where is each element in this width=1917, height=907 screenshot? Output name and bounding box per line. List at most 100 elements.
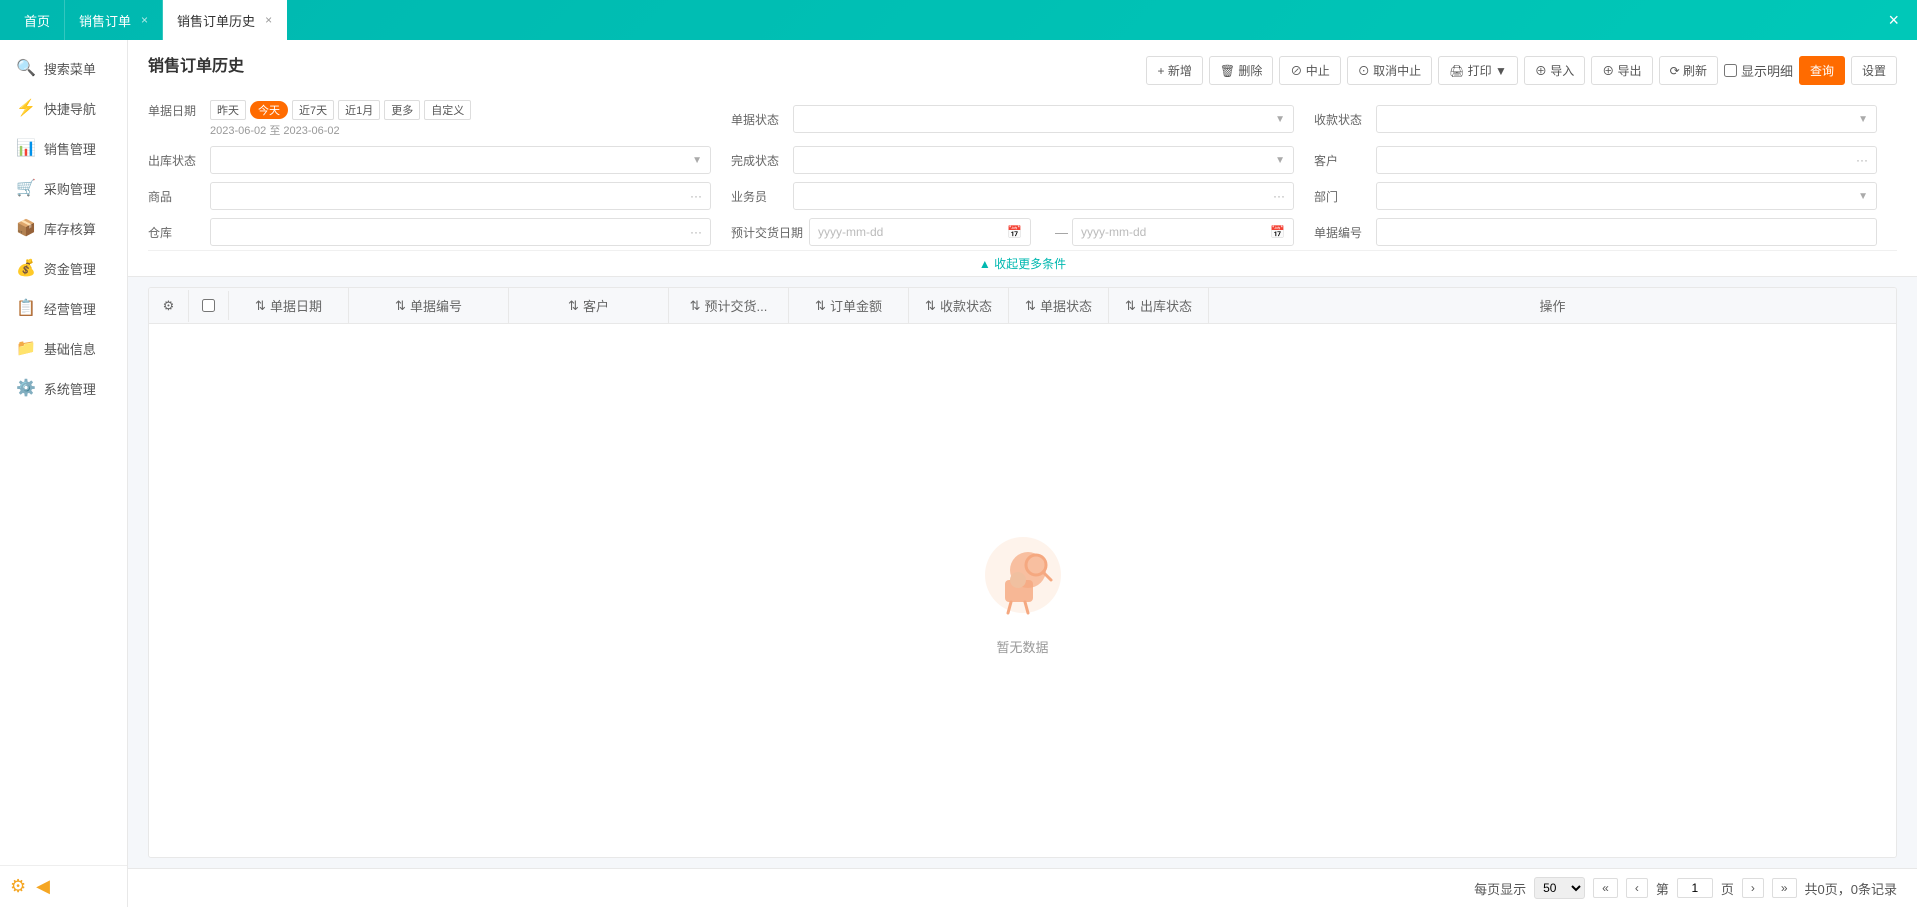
filter-row-4: 仓库 ··· 预计交货日期 yyyy-mm-dd 📅 (148, 218, 1897, 246)
content-area: 销售订单历史 + 新增 🗑 删除 ⊘ 中止 ⊙ 取消中止 🖨 打印 ▼ ⊕ 导入… (128, 40, 1917, 907)
export-button[interactable]: ⊕ 导出 (1591, 56, 1652, 85)
product-dots: ··· (690, 189, 702, 203)
tab-sales-order-history-close[interactable]: × (265, 13, 272, 27)
settings-button[interactable]: 设置 (1851, 56, 1897, 85)
sidebar-item-inventory[interactable]: 📦 库存核算 (0, 208, 127, 248)
pay-status-chevron: ▼ (1858, 114, 1868, 125)
total-text: 共0页，0条记录 (1805, 879, 1897, 898)
delete-button[interactable]: 🗑 删除 (1209, 56, 1274, 85)
warehouse-select[interactable]: ··· (210, 218, 711, 246)
complete-status-chevron: ▼ (1275, 155, 1285, 166)
sidebar-item-finance-label: 资金管理 (44, 259, 96, 278)
filter-cell-complete-status: 完成状态 ▼ (731, 146, 1314, 174)
display-cols-check-input[interactable] (1724, 64, 1737, 77)
th-amount[interactable]: ⇅ 订单金额 (789, 288, 909, 323)
window-close-button[interactable]: × (1880, 10, 1907, 31)
th-settings[interactable]: ⚙ (149, 290, 189, 322)
order-status-label: 单据状态 (731, 111, 787, 128)
th-checkbox[interactable] (189, 291, 229, 320)
th-delivery-date[interactable]: ⇅ 预计交货... (669, 288, 789, 323)
order-status-chevron: ▼ (1275, 114, 1285, 125)
customer-select[interactable]: ··· (1376, 146, 1877, 174)
date-yesterday-btn[interactable]: 昨天 (210, 100, 246, 120)
delivery-status-chevron: ▼ (692, 155, 702, 166)
sidebar-item-basic-info[interactable]: 📁 基础信息 (0, 328, 127, 368)
delivery-date-to[interactable]: yyyy-mm-dd 📅 (1072, 218, 1294, 246)
th-date[interactable]: ⇅ 单据日期 (229, 288, 349, 323)
sidebar-item-business[interactable]: 📋 经营管理 (0, 288, 127, 328)
sidebar-item-system[interactable]: ⚙️ 系统管理 (0, 368, 127, 408)
th-delivery-status[interactable]: ⇅ 出库状态 (1109, 288, 1209, 323)
import-button[interactable]: ⊕ 导入 (1524, 56, 1585, 85)
new-button[interactable]: + 新增 (1146, 56, 1202, 85)
delivery-date-to-placeholder: yyyy-mm-dd (1081, 225, 1270, 239)
tab-home[interactable]: 首页 (10, 0, 65, 40)
department-chevron: ▼ (1858, 191, 1868, 202)
stop-button[interactable]: ⊘ 中止 (1279, 56, 1340, 85)
sidebar-item-quick-nav-label: 快捷导航 (44, 99, 96, 118)
product-select[interactable]: ··· (210, 182, 711, 210)
next-page-button[interactable]: › (1742, 878, 1764, 898)
th-order-status[interactable]: ⇅ 单据状态 (1009, 288, 1109, 323)
last-page-button[interactable]: » (1772, 878, 1797, 898)
tab-sales-order[interactable]: 销售订单 × (65, 0, 163, 40)
salesperson-select[interactable]: ··· (793, 182, 1294, 210)
th-order-no[interactable]: ⇅ 单据编号 (349, 288, 509, 323)
print-button[interactable]: 🖨 打印 ▼ (1438, 56, 1518, 85)
collapse-filter-bar[interactable]: ▲ 收起更多条件 (148, 250, 1897, 276)
current-page-input[interactable] (1677, 878, 1713, 898)
filter-cell-customer: 客户 ··· (1314, 146, 1897, 174)
sidebar-item-purchase-label: 采购管理 (44, 179, 96, 198)
sidebar-item-search-label: 搜索菜单 (44, 59, 96, 78)
collapse-sidebar-icon[interactable]: ◀ (36, 876, 50, 897)
filter-cell-order-no: 单据编号 (1314, 218, 1897, 246)
prev-page-button[interactable]: ‹ (1626, 878, 1648, 898)
tab-sales-order-close[interactable]: × (141, 13, 148, 27)
date-1month-btn[interactable]: 近1月 (338, 100, 380, 120)
th-date-label: 单据日期 (270, 296, 322, 315)
order-no-input[interactable] (1376, 218, 1877, 246)
filter-area: 单据日期 昨天 今天 近7天 近1月 更多 自定义 2023-06-02 至 2… (128, 96, 1917, 276)
date-today-btn[interactable]: 今天 (250, 101, 288, 119)
query-button[interactable]: 查询 (1799, 56, 1845, 85)
th-delivery-status-label: 出库状态 (1140, 296, 1192, 315)
th-delivery-sort-icon: ⇅ (690, 298, 701, 314)
sales-icon: 📊 (16, 138, 36, 158)
select-all-checkbox[interactable] (202, 299, 215, 312)
settings-bottom-icon[interactable]: ⚙ (10, 876, 26, 897)
sidebar-item-sales[interactable]: 📊 销售管理 (0, 128, 127, 168)
filter-cell-pay-status: 收款状态 ▼ (1314, 100, 1897, 138)
display-cols-checkbox[interactable]: 显示明细 (1724, 61, 1793, 80)
complete-status-select[interactable]: ▼ (793, 146, 1294, 174)
tab-sales-order-history[interactable]: 销售订单历史 × (163, 0, 287, 40)
th-order-no-label: 单据编号 (410, 296, 462, 315)
refresh-button[interactable]: ⟳ 刷新 (1659, 56, 1718, 85)
sidebar-item-purchase[interactable]: 🛒 采购管理 (0, 168, 127, 208)
date-more-btn[interactable]: 更多 (384, 100, 420, 120)
sidebar-item-system-label: 系统管理 (44, 379, 96, 398)
filter-cell-date: 单据日期 昨天 今天 近7天 近1月 更多 自定义 2023-06-02 至 2… (148, 100, 731, 138)
table-body: 暂无数据 (149, 324, 1896, 857)
department-select[interactable]: ▼ (1376, 182, 1877, 210)
page-size-select[interactable]: 50 10 20 100 (1534, 877, 1585, 899)
th-customer[interactable]: ⇅ 客户 (509, 288, 669, 323)
first-page-button[interactable]: « (1593, 878, 1618, 898)
product-label: 商品 (148, 188, 204, 205)
date-custom-btn[interactable]: 自定义 (424, 100, 471, 120)
order-status-select[interactable]: ▼ (793, 105, 1294, 133)
delivery-date-label: 预计交货日期 (731, 224, 803, 241)
th-settings-icon: ⚙ (163, 298, 175, 314)
cancel-stop-button[interactable]: ⊙ 取消中止 (1347, 56, 1432, 85)
delivery-date-from[interactable]: yyyy-mm-dd 📅 (809, 218, 1031, 246)
th-pay-status[interactable]: ⇅ 收款状态 (909, 288, 1009, 323)
date-7days-btn[interactable]: 近7天 (292, 100, 334, 120)
sidebar-item-search-menu[interactable]: 🔍 搜索菜单 (0, 48, 127, 88)
system-icon: ⚙️ (16, 378, 36, 398)
delivery-status-select[interactable]: ▼ (210, 146, 711, 174)
calendar-from-icon[interactable]: 📅 (1007, 225, 1022, 239)
sidebar-item-finance[interactable]: 💰 资金管理 (0, 248, 127, 288)
sidebar-item-quick-nav[interactable]: ⚡ 快捷导航 (0, 88, 127, 128)
pay-status-select[interactable]: ▼ (1376, 105, 1877, 133)
calendar-to-icon[interactable]: 📅 (1270, 225, 1285, 239)
th-delivery-status-sort-icon: ⇅ (1125, 298, 1136, 314)
